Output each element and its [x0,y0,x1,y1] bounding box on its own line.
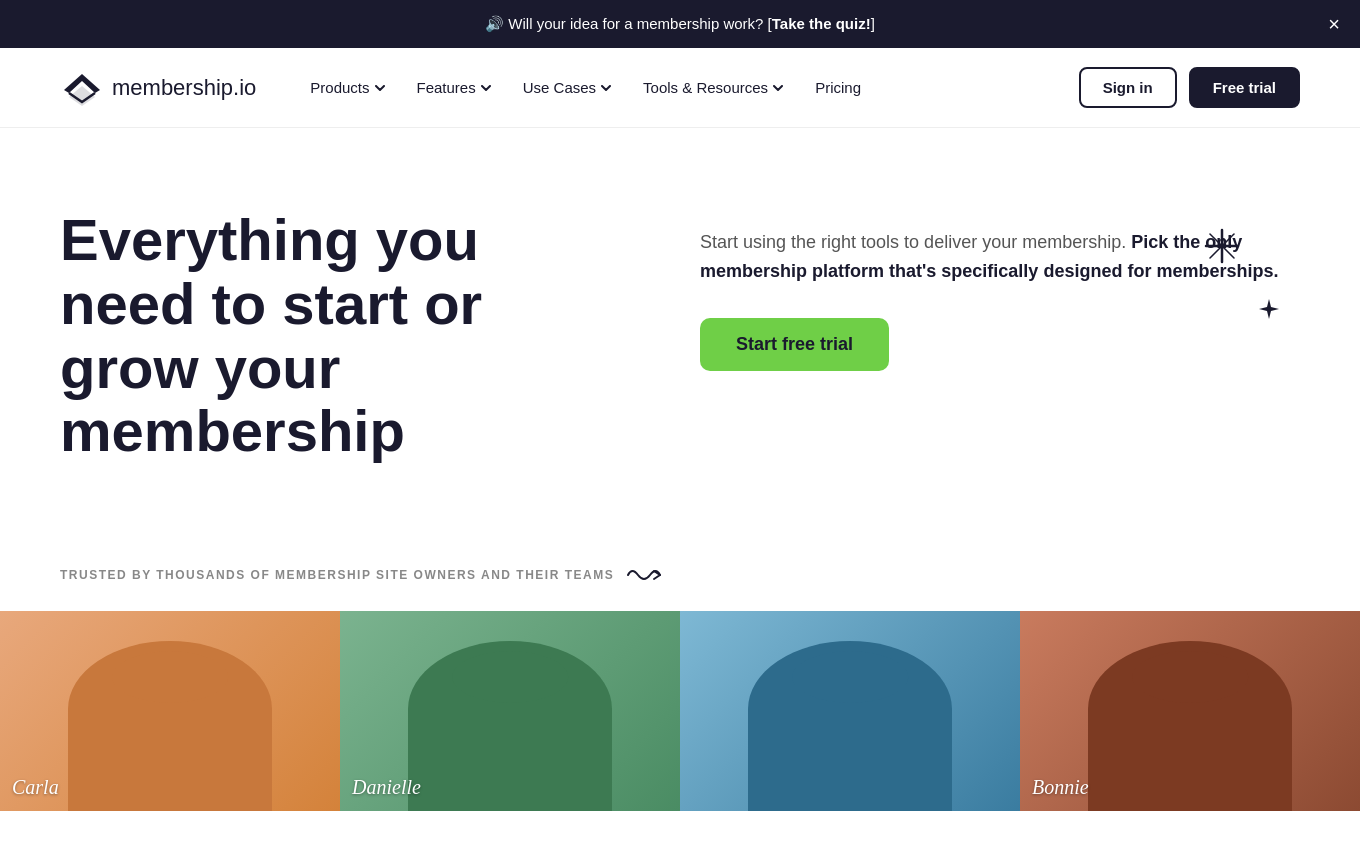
hero-left: Everything you need to start or grow you… [60,208,620,463]
photo-grid: Carla Danielle Bonnie [0,611,1360,811]
photo-cell-3 [680,611,1020,811]
freetrial-button[interactable]: Free trial [1189,67,1300,108]
logo-icon [60,70,104,106]
chevron-down-icon [773,85,783,91]
chevron-down-icon [375,85,385,91]
photo-label-1: Carla [12,776,59,799]
chevron-down-icon [601,85,611,91]
nav-item-products[interactable]: Products [296,71,398,104]
hero-section: Everything you need to start or grow you… [0,128,1360,523]
squiggle-icon [626,563,662,587]
announcement-link[interactable]: Take the quiz! [772,15,871,32]
logo[interactable]: membership.io [60,70,256,106]
nav-link-features[interactable]: Features [403,71,505,104]
nav-link-usecases[interactable]: Use Cases [509,71,625,104]
nav-actions: Sign in Free trial [1079,67,1300,108]
nav-links: Products Features Use Cases Tools & Reso… [296,71,1078,104]
sparkle-small-icon [1258,298,1280,325]
chevron-down-icon [481,85,491,91]
nav-link-tools[interactable]: Tools & Resources [629,71,797,104]
photo-cell-2: Danielle [340,611,680,811]
announcement-text: 🔊 Will your idea for a membership work? … [485,15,875,33]
nav-item-usecases[interactable]: Use Cases [509,71,625,104]
signin-button[interactable]: Sign in [1079,67,1177,108]
start-free-trial-button[interactable]: Start free trial [700,318,889,371]
photo-cell-4: Bonnie [1020,611,1360,811]
photo-cell-1: Carla [0,611,340,811]
nav-item-pricing[interactable]: Pricing [801,71,875,104]
hero-right: Start using the right tools to deliver y… [700,208,1300,371]
logo-text: membership.io [112,75,256,101]
nav-link-products[interactable]: Products [296,71,398,104]
nav-item-tools[interactable]: Tools & Resources [629,71,797,104]
nav-link-pricing[interactable]: Pricing [801,71,875,104]
main-nav: membership.io Products Features Use Case… [0,48,1360,128]
hero-heading: Everything you need to start or grow you… [60,208,620,463]
announcement-close-button[interactable]: × [1328,14,1340,34]
photo-label-4: Bonnie [1032,776,1089,799]
nav-item-features[interactable]: Features [403,71,505,104]
trusted-section: TRUSTED BY THOUSANDS OF MEMBERSHIP SITE … [0,523,1360,587]
photo-label-2: Danielle [352,776,421,799]
announcement-bar: 🔊 Will your idea for a membership work? … [0,0,1360,48]
sparkle-large-icon [1204,228,1240,269]
person-silhouette-3 [680,611,1020,811]
trusted-label: TRUSTED BY THOUSANDS OF MEMBERSHIP SITE … [60,563,1300,587]
